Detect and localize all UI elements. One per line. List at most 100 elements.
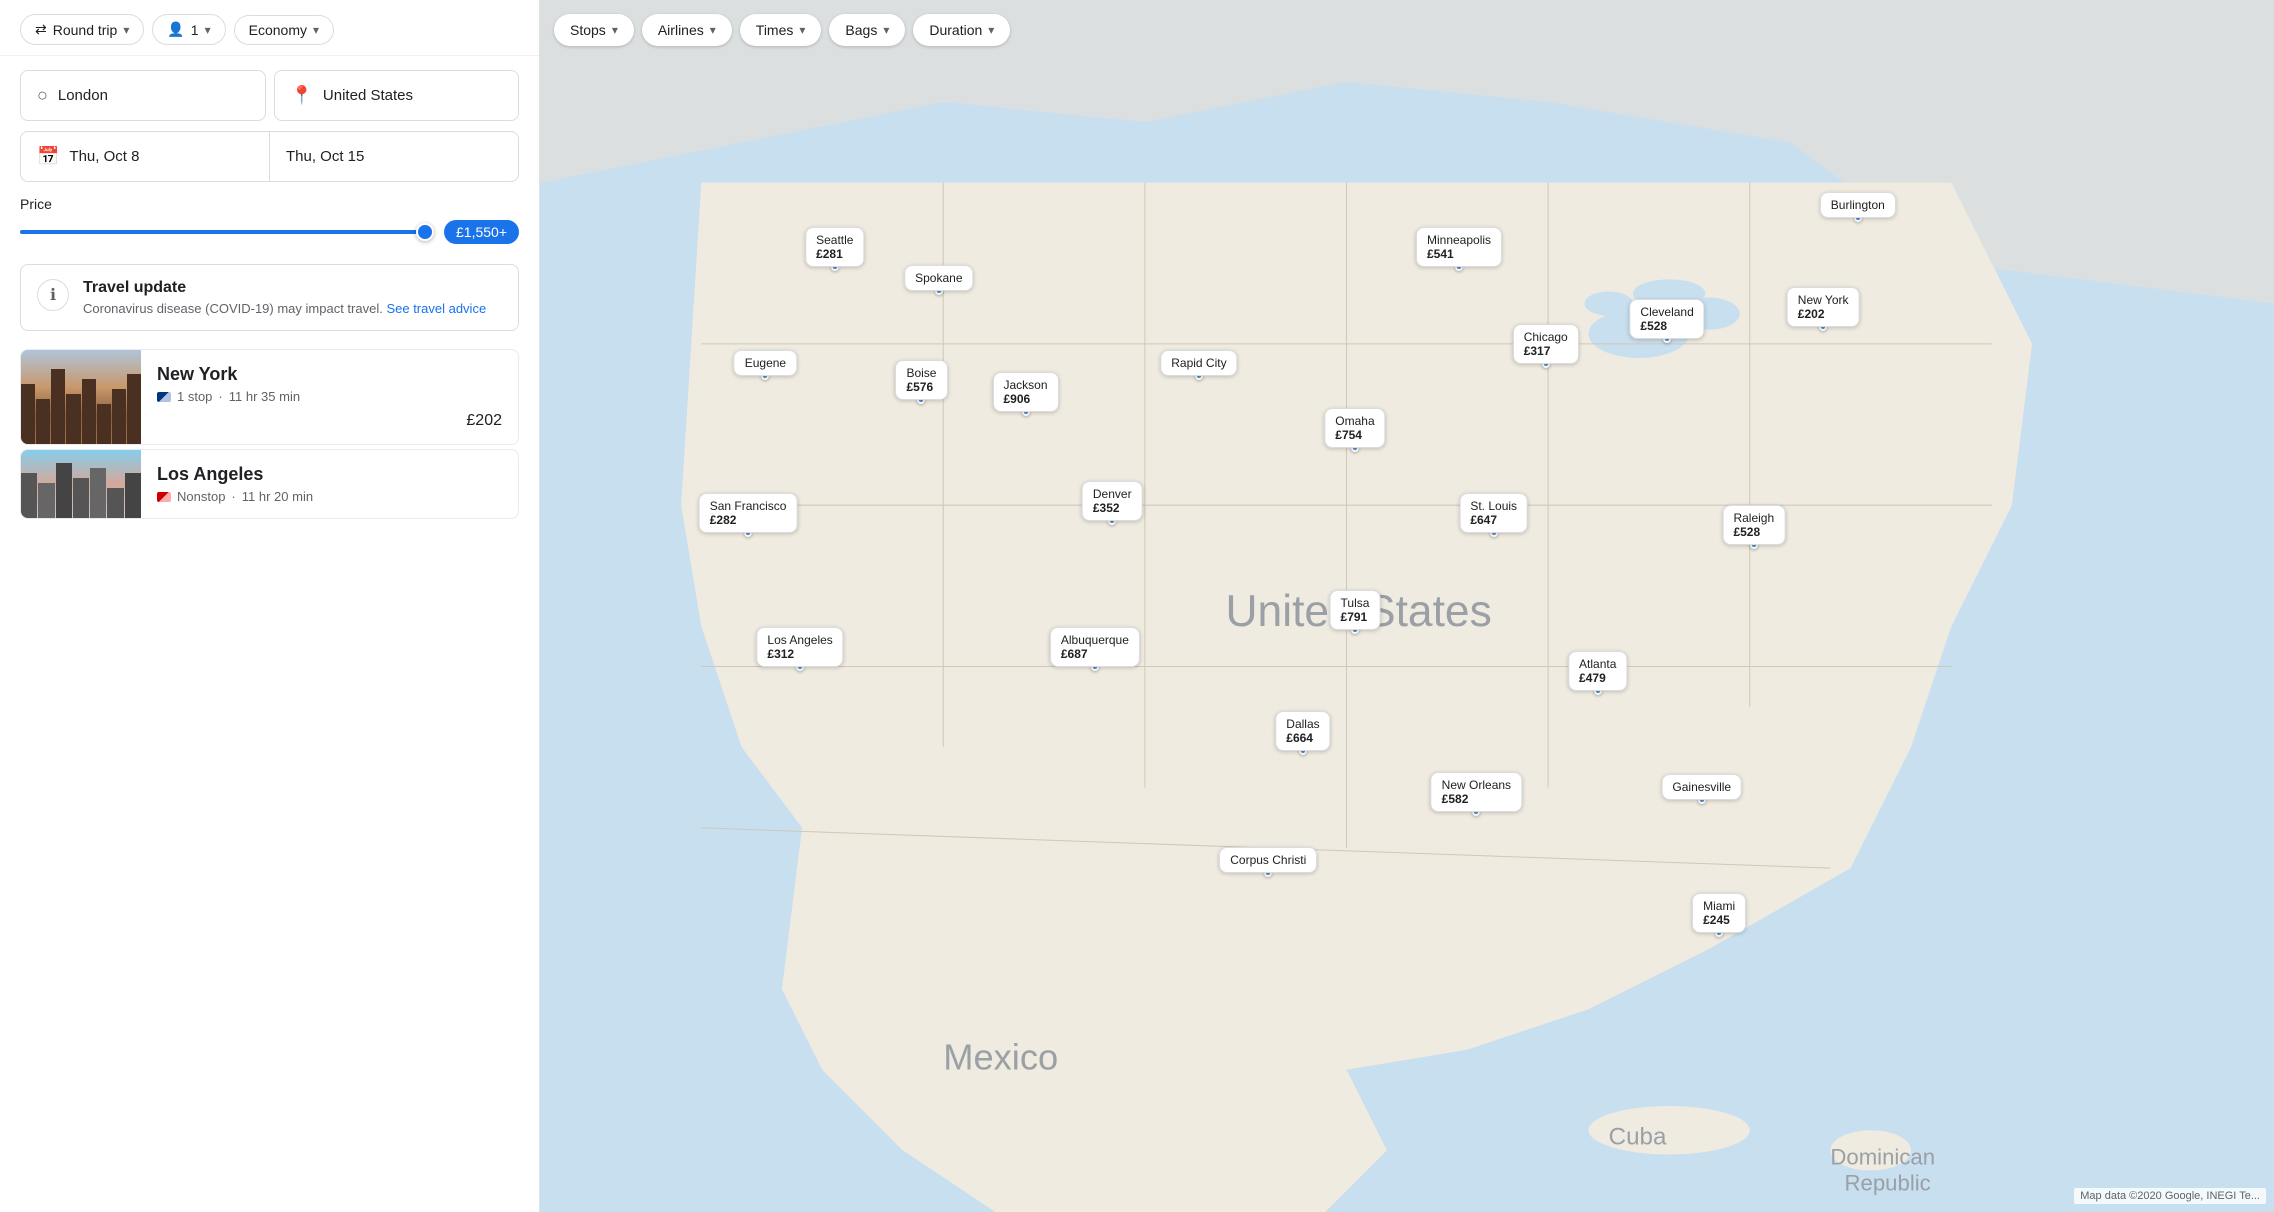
city-pin-jackson[interactable]: Jackson£906 [993, 372, 1059, 412]
airline-logo-la [157, 492, 171, 502]
map-container: Stops ▾ Airlines ▾ Times ▾ Bags ▾ Durati… [540, 0, 2274, 1212]
result-city-losangeles: Los Angeles [157, 464, 502, 485]
result-image-losangeles [21, 450, 141, 518]
calendar-icon: 📅 [37, 146, 59, 167]
city-pin-tulsa[interactable]: Tulsa£791 [1330, 590, 1381, 630]
city-pin-chicago[interactable]: Chicago£317 [1513, 324, 1579, 364]
left-panel: ⇄ Round trip ▾ 👤 1 ▾ Economy ▾ ○ London … [0, 0, 540, 1212]
location-row: ○ London 📍 United States [20, 70, 519, 121]
city-pin-albuquerque[interactable]: Albuquerque£687 [1050, 627, 1140, 667]
result-image-newyork [21, 350, 141, 444]
result-list: New York 1 stop · 11 hr 35 min £202 [0, 341, 539, 527]
destination-icon: 📍 [291, 85, 313, 106]
filter-times-label: Times [756, 22, 794, 38]
city-pin-losangeles[interactable]: Los Angeles£312 [756, 627, 843, 667]
duration-chevron: ▾ [988, 23, 994, 37]
cabin-class-chevron: ▾ [313, 23, 319, 37]
times-chevron: ▾ [799, 23, 805, 37]
filter-airlines-label: Airlines [658, 22, 704, 38]
date-end-value: Thu, Oct 15 [286, 148, 364, 165]
city-pin-rapidcity[interactable]: Rapid City [1160, 350, 1237, 376]
city-pin-corpuschristi[interactable]: Corpus Christi [1219, 847, 1317, 873]
destination-value: United States [323, 87, 413, 104]
travel-update-icon: ℹ [37, 279, 69, 311]
cabin-class-button[interactable]: Economy ▾ [234, 15, 334, 45]
city-pin-stlouis[interactable]: St. Louis£647 [1459, 493, 1528, 533]
result-stops-newyork: 1 stop [177, 389, 212, 404]
city-pin-sanfrancisco[interactable]: San Francisco£282 [699, 493, 798, 533]
stops-chevron: ▾ [612, 23, 618, 37]
city-pin-eugene[interactable]: Eugene [734, 350, 797, 376]
passengers-label: 1 [191, 22, 199, 38]
city-pin-boise[interactable]: Boise£576 [895, 360, 947, 400]
result-meta-losangeles: Nonstop · 11 hr 20 min [157, 489, 502, 504]
travel-update-title: Travel update [83, 279, 486, 297]
city-pin-raleigh[interactable]: Raleigh£528 [1722, 505, 1785, 545]
round-trip-icon: ⇄ [35, 21, 47, 38]
city-pin-spokane[interactable]: Spokane [904, 265, 973, 291]
city-pin-atlanta[interactable]: Atlanta£479 [1568, 651, 1627, 691]
result-info-losangeles: Los Angeles Nonstop · 11 hr 20 min [141, 450, 518, 518]
round-trip-label: Round trip [53, 22, 118, 38]
price-slider-row: £1,550+ [20, 220, 519, 244]
origin-value: London [58, 87, 108, 104]
filter-stops-label: Stops [570, 22, 606, 38]
airline-logo-ny [157, 392, 171, 402]
top-bar: ⇄ Round trip ▾ 👤 1 ▾ Economy ▾ [0, 0, 539, 56]
city-pin-omaha[interactable]: Omaha£754 [1324, 408, 1385, 448]
filter-bags-label: Bags [845, 22, 877, 38]
filter-bags[interactable]: Bags ▾ [829, 14, 905, 46]
filter-times[interactable]: Times ▾ [740, 14, 822, 46]
city-pin-denver[interactable]: Denver£352 [1082, 481, 1143, 521]
origin-icon: ○ [37, 85, 48, 106]
price-slider-track[interactable] [20, 230, 434, 234]
result-info-newyork: New York 1 stop · 11 hr 35 min £202 [141, 350, 518, 444]
passenger-icon: 👤 [167, 21, 184, 38]
cabin-class-label: Economy [249, 22, 307, 38]
city-pin-cleveland[interactable]: Cleveland£528 [1629, 299, 1704, 339]
result-meta-newyork: 1 stop · 11 hr 35 min [157, 389, 502, 404]
pins-container: Seattle£281 Spokane Eugene Boise£576 Jackson… [540, 0, 2274, 1212]
travel-update-content: Travel update Coronavirus disease (COVID… [83, 279, 486, 316]
city-pin-dallas[interactable]: Dallas£664 [1275, 711, 1330, 751]
city-pin-newyork[interactable]: New York£202 [1787, 287, 1860, 327]
destination-input[interactable]: 📍 United States [274, 70, 520, 121]
result-stops-losangeles: Nonstop [177, 489, 225, 504]
city-pin-seattle[interactable]: Seattle£281 [805, 227, 864, 267]
date-end-input[interactable]: Thu, Oct 15 [270, 132, 518, 181]
travel-update-body: Coronavirus disease (COVID-19) may impac… [83, 301, 486, 316]
city-pin-neworleans[interactable]: New Orleans£582 [1431, 772, 1522, 812]
passengers-button[interactable]: 👤 1 ▾ [152, 14, 225, 45]
result-duration-newyork: 11 hr 35 min [229, 389, 300, 404]
result-price-newyork: £202 [157, 412, 502, 430]
price-label: Price [20, 196, 519, 212]
round-trip-chevron: ▾ [123, 23, 129, 37]
search-fields: ○ London 📍 United States 📅 Thu, Oct 8 Th… [0, 56, 539, 182]
date-start-input[interactable]: 📅 Thu, Oct 8 [21, 132, 270, 181]
result-item-losangeles[interactable]: Los Angeles Nonstop · 11 hr 20 min [20, 449, 519, 519]
price-badge: £1,550+ [444, 220, 519, 244]
round-trip-button[interactable]: ⇄ Round trip ▾ [20, 14, 144, 45]
city-pin-gainesville[interactable]: Gainesville [1661, 774, 1742, 800]
travel-update-card: ℹ Travel update Coronavirus disease (COV… [20, 264, 519, 331]
bags-chevron: ▾ [883, 23, 889, 37]
city-pin-minneapolis[interactable]: Minneapolis£541 [1416, 227, 1502, 267]
price-slider-thumb[interactable] [416, 223, 434, 241]
filter-duration[interactable]: Duration ▾ [913, 14, 1010, 46]
result-city-newyork: New York [157, 364, 502, 385]
passengers-chevron: ▾ [205, 23, 211, 37]
date-row: 📅 Thu, Oct 8 Thu, Oct 15 [20, 131, 519, 182]
airlines-chevron: ▾ [710, 23, 716, 37]
date-start-value: Thu, Oct 8 [69, 148, 139, 165]
map-filters: Stops ▾ Airlines ▾ Times ▾ Bags ▾ Durati… [554, 14, 1010, 46]
result-duration-losangeles: 11 hr 20 min [242, 489, 313, 504]
result-item-newyork[interactable]: New York 1 stop · 11 hr 35 min £202 [20, 349, 519, 445]
origin-input[interactable]: ○ London [20, 70, 266, 121]
city-pin-miami[interactable]: Miami£245 [1692, 893, 1746, 933]
filter-airlines[interactable]: Airlines ▾ [642, 14, 732, 46]
filter-duration-label: Duration [929, 22, 982, 38]
map-attribution: Map data ©2020 Google, INEGI Te... [2074, 1188, 2266, 1204]
filter-stops[interactable]: Stops ▾ [554, 14, 634, 46]
city-pin-burlington[interactable]: Burlington [1820, 192, 1896, 218]
travel-advice-link[interactable]: See travel advice [386, 301, 486, 316]
